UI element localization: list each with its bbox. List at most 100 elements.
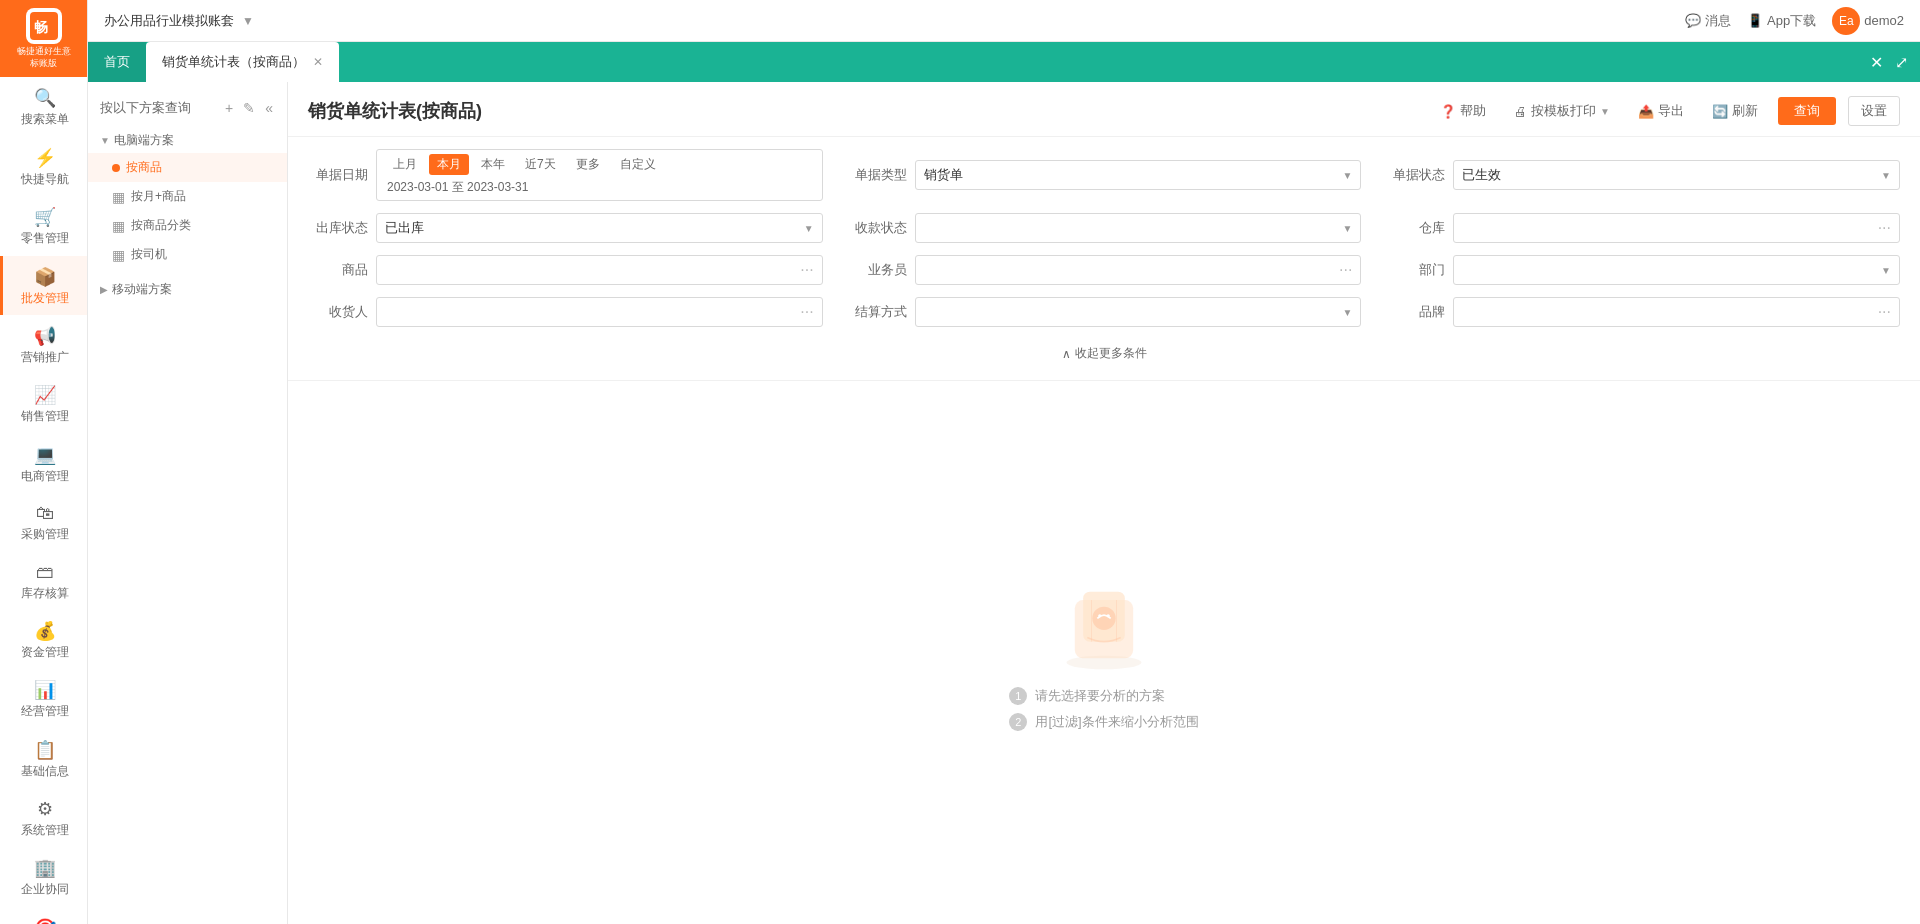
close-tab-btn[interactable]: ✕ bbox=[1866, 49, 1887, 76]
sidebar-item-finance[interactable]: 💰 资金管理 bbox=[0, 610, 87, 669]
date-control[interactable]: 上月 本月 本年 近7天 更多 自定义 2023-03-01 至 2023-03… bbox=[376, 149, 823, 201]
collapse-up-icon: ∧ bbox=[1062, 347, 1071, 361]
date-tab-7days[interactable]: 近7天 bbox=[517, 154, 564, 175]
sidebar-item-ops[interactable]: 📊 经营管理 bbox=[0, 669, 87, 728]
query-label: 查询 bbox=[1794, 102, 1820, 120]
tip-1-text: 请先选择要分析的方案 bbox=[1035, 687, 1165, 705]
refresh-icon: 🔄 bbox=[1712, 104, 1728, 119]
receiver-label: 收货人 bbox=[308, 303, 368, 321]
empty-tip-2: 2 用[过滤]条件来缩小分析范围 bbox=[1009, 713, 1198, 731]
pc-section-title[interactable]: ▼ 电脑端方案 bbox=[88, 128, 287, 153]
date-tab-last-month[interactable]: 上月 bbox=[385, 154, 425, 175]
sidebar-item-label: 企业协同 bbox=[21, 882, 69, 896]
user-area[interactable]: Ea demo2 bbox=[1832, 7, 1904, 35]
panel-item-month-product[interactable]: ▦ 按月+商品 bbox=[88, 182, 287, 211]
app-download-btn[interactable]: 📱 App下载 bbox=[1747, 12, 1816, 30]
empty-state: 1 请先选择要分析的方案 2 用[过滤]条件来缩小分析范围 bbox=[288, 381, 1920, 924]
sidebar-item-stock[interactable]: 🗃 库存核算 bbox=[0, 552, 87, 610]
doc-status-control[interactable]: 已生效 ▼ bbox=[1453, 160, 1900, 190]
panel-header-actions: + ✎ « bbox=[223, 98, 275, 118]
print-btn[interactable]: 🖨 按模板打印 ▼ bbox=[1506, 98, 1618, 124]
goods-control[interactable]: ··· bbox=[376, 255, 823, 285]
panel-item-driver[interactable]: ▦ 按司机 bbox=[88, 240, 287, 269]
receiver-control[interactable]: ··· bbox=[376, 297, 823, 327]
sidebar-item-system[interactable]: ⚙ 系统管理 bbox=[0, 788, 87, 847]
grid-icon-3: ▦ bbox=[112, 247, 125, 263]
print-label: 按模板打印 bbox=[1531, 102, 1596, 120]
filter-salesperson: 业务员 ··· bbox=[847, 255, 1362, 285]
settlement-arrow: ▼ bbox=[1342, 307, 1352, 318]
sidebar-item-guide[interactable]: 🎯 新手引导 bbox=[0, 907, 87, 924]
panel-item-driver-label: 按司机 bbox=[131, 246, 167, 263]
settlement-control[interactable]: ▼ bbox=[915, 297, 1362, 327]
base-icon: 📋 bbox=[34, 739, 56, 761]
message-icon: 💬 bbox=[1685, 13, 1701, 28]
brand-control[interactable]: ··· bbox=[1453, 297, 1900, 327]
sidebar-item-base[interactable]: 📋 基础信息 bbox=[0, 729, 87, 788]
svg-text:畅: 畅 bbox=[34, 19, 48, 35]
date-tab-more[interactable]: 更多 bbox=[568, 154, 608, 175]
sidebar-item-label: 基础信息 bbox=[21, 764, 69, 778]
payment-control[interactable]: ▼ bbox=[915, 213, 1362, 243]
grid-icon-1: ▦ bbox=[112, 189, 125, 205]
date-tab-this-year[interactable]: 本年 bbox=[473, 154, 513, 175]
sidebar-item-search[interactable]: 🔍 搜索菜单 bbox=[0, 77, 87, 136]
mobile-section-title[interactable]: ▶ 移动端方案 bbox=[88, 277, 287, 302]
out-status-control[interactable]: 已出库 ▼ bbox=[376, 213, 823, 243]
tab-home[interactable]: 首页 bbox=[88, 42, 146, 82]
settings-btn[interactable]: 设置 bbox=[1848, 96, 1900, 126]
right-content: 销货单统计表(按商品) ❓ 帮助 🖨 按模板打印 ▼ 📤 导出 bbox=[288, 82, 1920, 924]
guide-icon: 🎯 bbox=[34, 917, 56, 924]
sidebar-item-wholesale[interactable]: 📦 批发管理 bbox=[0, 256, 87, 315]
salesperson-dots: ··· bbox=[1339, 261, 1352, 279]
query-btn[interactable]: 查询 bbox=[1778, 97, 1836, 125]
dept-control[interactable]: ▼ bbox=[1453, 255, 1900, 285]
filter-doc-status: 单据状态 已生效 ▼ bbox=[1385, 160, 1900, 190]
industry-label: 办公用品行业模拟账套 bbox=[104, 12, 234, 30]
tab-report[interactable]: 销货单统计表（按商品） ✕ bbox=[146, 42, 339, 82]
maximize-btn[interactable]: ⤢ bbox=[1891, 49, 1912, 76]
industry-dropdown-icon[interactable]: ▼ bbox=[242, 14, 254, 28]
panel-item-category[interactable]: ▦ 按商品分类 bbox=[88, 211, 287, 240]
sidebar-item-label: 销售管理 bbox=[21, 409, 69, 423]
avatar: Ea bbox=[1832, 7, 1860, 35]
topbar-left: 办公用品行业模拟账套 ▼ bbox=[104, 12, 254, 30]
sidebar-item-label: 经营管理 bbox=[21, 704, 69, 718]
collapse-btn[interactable]: ∧ 收起更多条件 bbox=[308, 339, 1900, 368]
tab-close-icon[interactable]: ✕ bbox=[313, 55, 323, 69]
add-scheme-btn[interactable]: + bbox=[223, 98, 235, 118]
doc-type-control[interactable]: 销货单 ▼ bbox=[915, 160, 1362, 190]
warehouse-control[interactable]: ··· bbox=[1453, 213, 1900, 243]
corp-icon: 🏢 bbox=[34, 857, 56, 879]
refresh-btn[interactable]: 🔄 刷新 bbox=[1704, 98, 1766, 124]
message-btn[interactable]: 💬 消息 bbox=[1685, 12, 1731, 30]
logo-area: 畅 畅捷通好生意 标账版 bbox=[0, 0, 87, 77]
export-btn[interactable]: 📤 导出 bbox=[1630, 98, 1692, 124]
sidebar-item-marketing[interactable]: 📢 营销推广 bbox=[0, 315, 87, 374]
sidebar-item-label: 电商管理 bbox=[21, 469, 69, 483]
salesperson-control[interactable]: ··· bbox=[915, 255, 1362, 285]
sidebar: 畅 畅捷通好生意 标账版 🔍 搜索菜单 ⚡ 快捷导航 🛒 零售管理 📦 批发管理… bbox=[0, 0, 88, 924]
date-tab-custom[interactable]: 自定义 bbox=[612, 154, 664, 175]
sidebar-item-corp[interactable]: 🏢 企业协同 bbox=[0, 847, 87, 906]
empty-tip-1: 1 请先选择要分析的方案 bbox=[1009, 687, 1198, 705]
help-btn[interactable]: ❓ 帮助 bbox=[1432, 98, 1494, 124]
sidebar-item-retail[interactable]: 🛒 零售管理 bbox=[0, 196, 87, 255]
grid-icon-2: ▦ bbox=[112, 218, 125, 234]
svg-point-6 bbox=[1098, 614, 1101, 617]
sidebar-item-sales[interactable]: 📈 销售管理 bbox=[0, 374, 87, 433]
edit-scheme-btn[interactable]: ✎ bbox=[241, 98, 257, 118]
out-status-label: 出库状态 bbox=[308, 219, 368, 237]
filter-receiver: 收货人 ··· bbox=[308, 297, 823, 327]
settlement-label: 结算方式 bbox=[847, 303, 907, 321]
dept-arrow: ▼ bbox=[1881, 265, 1891, 276]
panel-item-product[interactable]: 按商品 bbox=[88, 153, 287, 182]
ops-icon: 📊 bbox=[34, 679, 56, 701]
filter-warehouse: 仓库 ··· bbox=[1385, 213, 1900, 243]
sidebar-item-label: 库存核算 bbox=[21, 586, 69, 600]
date-tab-this-month[interactable]: 本月 bbox=[429, 154, 469, 175]
sidebar-item-ecom[interactable]: 💻 电商管理 bbox=[0, 434, 87, 493]
sidebar-item-purchase[interactable]: 🛍 采购管理 bbox=[0, 493, 87, 551]
collapse-panel-btn[interactable]: « bbox=[263, 98, 275, 118]
sidebar-item-quick[interactable]: ⚡ 快捷导航 bbox=[0, 137, 87, 196]
